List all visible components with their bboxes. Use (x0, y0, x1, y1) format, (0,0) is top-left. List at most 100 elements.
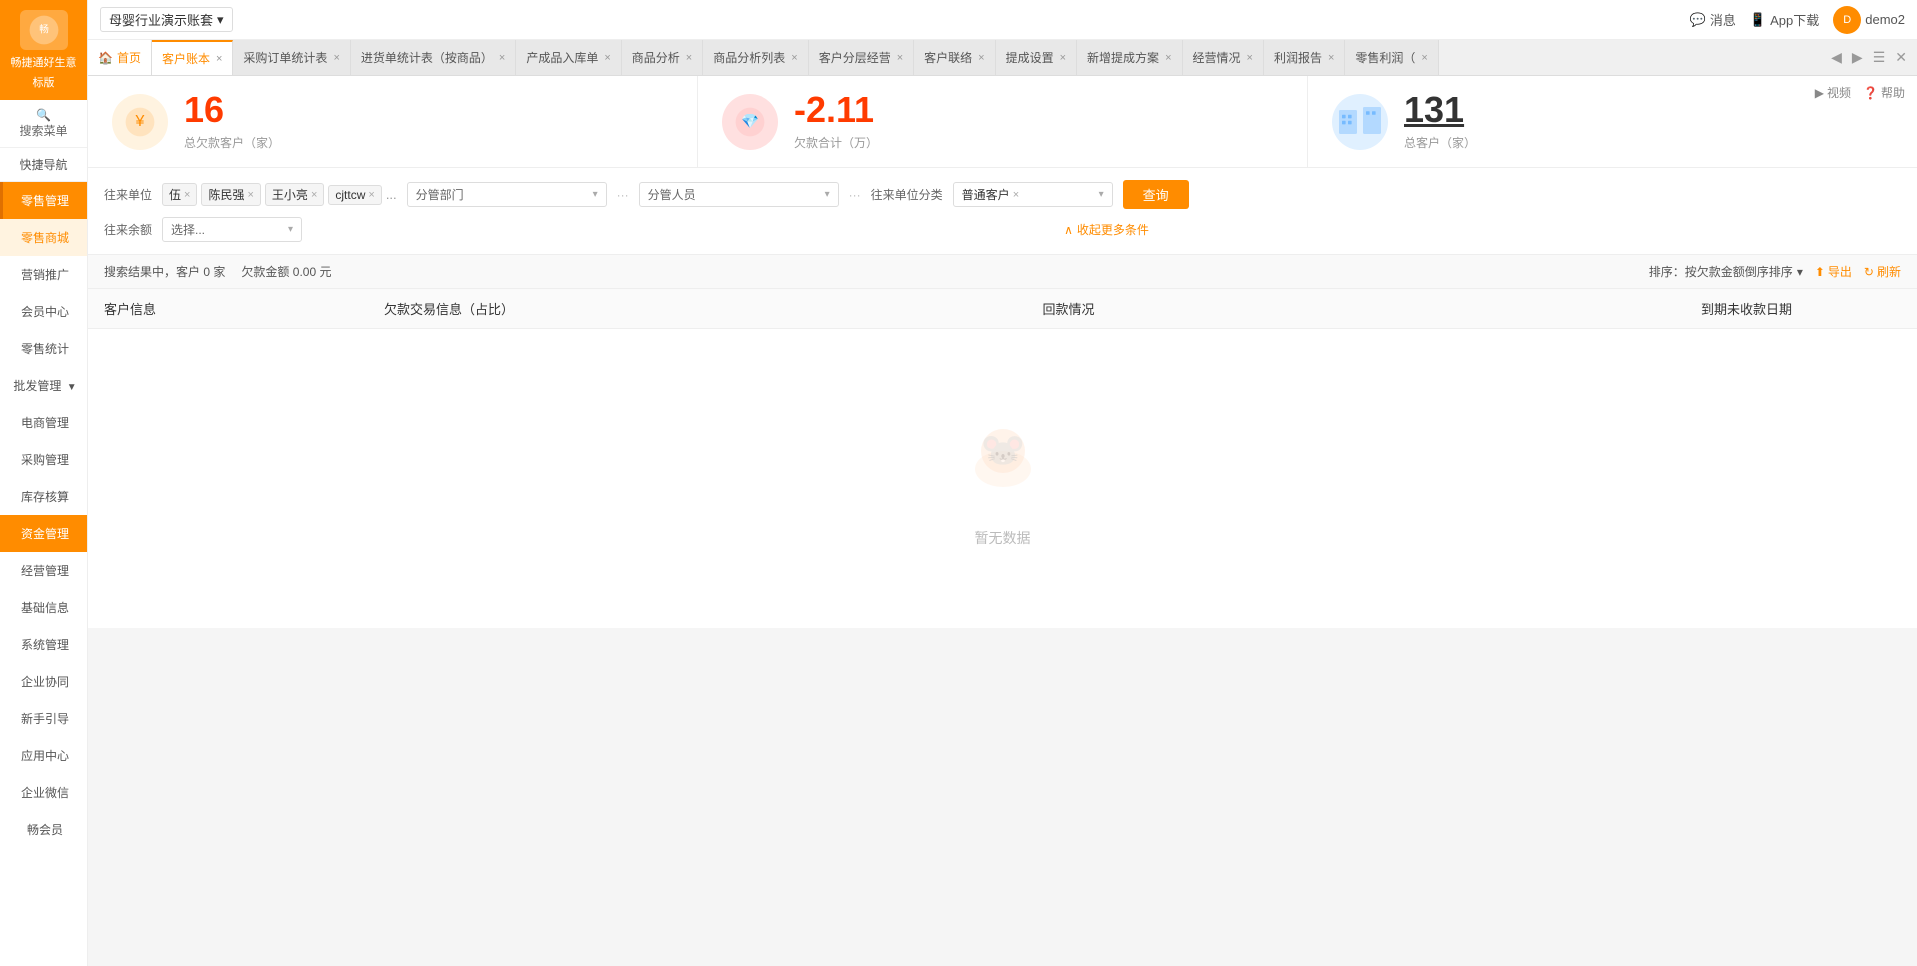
unit-class-tag-close[interactable]: × (1013, 189, 1019, 201)
sidebar-item-app-center[interactable]: 应用中心 (0, 737, 87, 774)
results-bar: 搜索结果中，客户 0 家 欠款金额 0.00 元 排序：按欠款金额倒序排序 ▾ … (88, 255, 1917, 289)
tab-customer-contact-close[interactable]: × (978, 52, 984, 64)
sidebar-item-system[interactable]: 系统管理 (0, 626, 87, 663)
stat-card-credit-amount: 💎 -2.11 欠款合计（万） (698, 76, 1308, 167)
sidebar-item-inventory[interactable]: 库存核算 (0, 478, 87, 515)
sidebar-item-enterprise-label: 企业协同 (7, 673, 83, 690)
col-credit-info: 欠款交易信息（占比） (384, 299, 1043, 318)
sidebar-item-enterprise[interactable]: 企业协同 (0, 663, 87, 700)
tab-production-receipt[interactable]: 产成品入库单 × (516, 40, 621, 76)
tab-customer-tier-close[interactable]: × (897, 52, 903, 64)
tab-profit-report-close[interactable]: × (1328, 52, 1334, 64)
tab-production-receipt-close[interactable]: × (604, 52, 610, 64)
tab-customer-account-close[interactable]: × (216, 53, 222, 65)
col-due-date: 到期未收款日期 (1701, 299, 1901, 318)
tab-customer-account[interactable]: 客户账本 × (152, 40, 233, 76)
message-button[interactable]: 💬 消息 (1690, 10, 1736, 29)
manager-more-button[interactable]: ··· (849, 188, 861, 202)
filter-tag-4-close[interactable]: × (368, 189, 374, 201)
app-download-button[interactable]: 📱 App下载 (1750, 10, 1819, 29)
sidebar-item-wholesale[interactable]: 批发管理 ▼ (0, 367, 87, 404)
tab-profit-report[interactable]: 利润报告 × (1264, 40, 1345, 76)
tab-next-button[interactable]: ▶ (1848, 47, 1867, 68)
download-icon: 📱 (1750, 12, 1766, 28)
tab-navigation: ◀ ▶ ☰ ✕ (1821, 47, 1917, 68)
filter-tag-1: 伍 × (162, 183, 197, 206)
unit-class-select[interactable]: 普通客户 × ▾ (953, 182, 1113, 207)
filter-more-tags-button[interactable]: ... (386, 187, 397, 202)
tab-retail-profit[interactable]: 零售利润（ × (1345, 40, 1438, 76)
tab-customer-contact-label: 客户联络 (924, 49, 972, 66)
tab-retail-profit-close[interactable]: × (1421, 52, 1427, 64)
department-more-button[interactable]: ··· (617, 188, 629, 202)
tab-operations-close[interactable]: × (1247, 52, 1253, 64)
tab-prev-button[interactable]: ◀ (1827, 47, 1846, 68)
tab-product-analysis-list[interactable]: 商品分析列表 × (703, 40, 808, 76)
sidebar-item-operations[interactable]: 经营管理 (0, 552, 87, 589)
sidebar-search[interactable]: 🔍 搜索菜单 (0, 100, 87, 148)
user-profile[interactable]: D demo2 (1833, 6, 1905, 34)
refresh-label: 刷新 (1877, 263, 1901, 280)
tab-close-all-button[interactable]: ✕ (1891, 47, 1911, 68)
export-icon: ⬆ (1815, 265, 1825, 279)
sidebar-item-marketing[interactable]: 营销推广 (0, 256, 87, 293)
tab-stock-stats[interactable]: 进货单统计表（按商品） × (351, 40, 516, 76)
filter-tag-3-close[interactable]: × (311, 189, 317, 201)
refresh-button[interactable]: ↻ 刷新 (1864, 263, 1901, 280)
filter-tags: 伍 × 陈民强 × 王小亮 × cjttcw × ... (162, 183, 397, 206)
sidebar-quick-nav[interactable]: 快捷导航 (0, 148, 87, 182)
sort-button[interactable]: 排序：按欠款金额倒序排序 ▾ (1649, 263, 1803, 280)
tab-operations-label: 经营情况 (1193, 49, 1241, 66)
tab-menu-button[interactable]: ☰ (1869, 47, 1890, 68)
filter-tag-2-close[interactable]: × (247, 189, 253, 201)
sidebar-item-retail-stats-label: 零售统计 (7, 340, 83, 357)
table-header: 客户信息 欠款交易信息（占比） 回款情况 到期未收款日期 (88, 289, 1917, 329)
tab-stock-stats-close[interactable]: × (499, 52, 505, 64)
sidebar-item-app-center-label: 应用中心 (7, 747, 83, 764)
tab-promotion-settings-close[interactable]: × (1060, 52, 1066, 64)
collapse-button[interactable]: ∧ 收起更多条件 (1064, 221, 1149, 238)
stat-label-total-customers: 总客户（家） (1404, 134, 1476, 151)
tab-home[interactable]: 🏠 首页 (88, 40, 152, 76)
tab-purchase-order[interactable]: 采购订单统计表 × (233, 40, 350, 76)
video-help-button[interactable]: ▶ 视频 (1815, 84, 1851, 101)
sidebar-item-purchase[interactable]: 采购管理 (0, 441, 87, 478)
sidebar-item-basic-info[interactable]: 基础信息 (0, 589, 87, 626)
sidebar-item-retail[interactable]: 零售管理 (0, 182, 87, 219)
home-icon: 🏠 (98, 51, 113, 65)
account-selector[interactable]: 母婴行业演示账套 ▾ (100, 7, 233, 32)
sidebar-item-new-guide[interactable]: 新手引导 (0, 700, 87, 737)
tab-product-analysis-list-label: 商品分析列表 (713, 49, 785, 66)
results-actions: 排序：按欠款金额倒序排序 ▾ ⬆ 导出 ↻ 刷新 (1649, 263, 1901, 280)
tab-new-promotion[interactable]: 新增提成方案 × (1077, 40, 1182, 76)
sidebar-item-ecommerce[interactable]: 电商管理 (0, 404, 87, 441)
tab-customer-tier[interactable]: 客户分层经营 × (809, 40, 914, 76)
balance-select[interactable]: 选择... ▾ (162, 217, 302, 242)
sidebar-item-member[interactable]: 会员中心 (0, 293, 87, 330)
sidebar-item-vip-member[interactable]: 畅会员 (0, 811, 87, 848)
department-select[interactable]: 分管部门 ▾ (407, 182, 607, 207)
tab-product-analysis[interactable]: 商品分析 × (622, 40, 703, 76)
tab-promotion-settings[interactable]: 提成设置 × (996, 40, 1077, 76)
sidebar: 畅 畅捷通好生意 标版 🔍 搜索菜单 快捷导航 零售管理 零售商城 营销推广 会… (0, 0, 88, 966)
tab-customer-contact[interactable]: 客户联络 × (914, 40, 995, 76)
tab-new-promotion-close[interactable]: × (1165, 52, 1171, 64)
sidebar-item-finance[interactable]: 资金管理 (0, 515, 87, 552)
query-button[interactable]: 查询 (1123, 180, 1189, 209)
tab-operations[interactable]: 经营情况 × (1183, 40, 1264, 76)
export-button[interactable]: ⬆ 导出 (1815, 263, 1852, 280)
manager-select[interactable]: 分管人员 ▾ (639, 182, 839, 207)
sidebar-item-retail-mall[interactable]: 零售商城 (0, 219, 87, 256)
tab-purchase-order-close[interactable]: × (333, 52, 339, 64)
amount-text: 欠款金额 0.00 元 (241, 263, 331, 280)
sidebar-logo[interactable]: 畅 畅捷通好生意 标版 (0, 0, 87, 100)
tab-product-analysis-close[interactable]: × (686, 52, 692, 64)
sidebar-item-retail-stats[interactable]: 零售统计 (0, 330, 87, 367)
tab-product-analysis-list-close[interactable]: × (791, 52, 797, 64)
help-button[interactable]: ❓ 帮助 (1863, 84, 1905, 101)
stat-text-credit-customers: 16 总欠款客户（家） (184, 92, 280, 151)
filter-tag-1-close[interactable]: × (184, 189, 190, 201)
help-icon: ❓ (1863, 86, 1878, 100)
filter-tag-2-text: 陈民强 (208, 186, 244, 203)
sidebar-item-enterprise-wechat[interactable]: 企业微信 (0, 774, 87, 811)
